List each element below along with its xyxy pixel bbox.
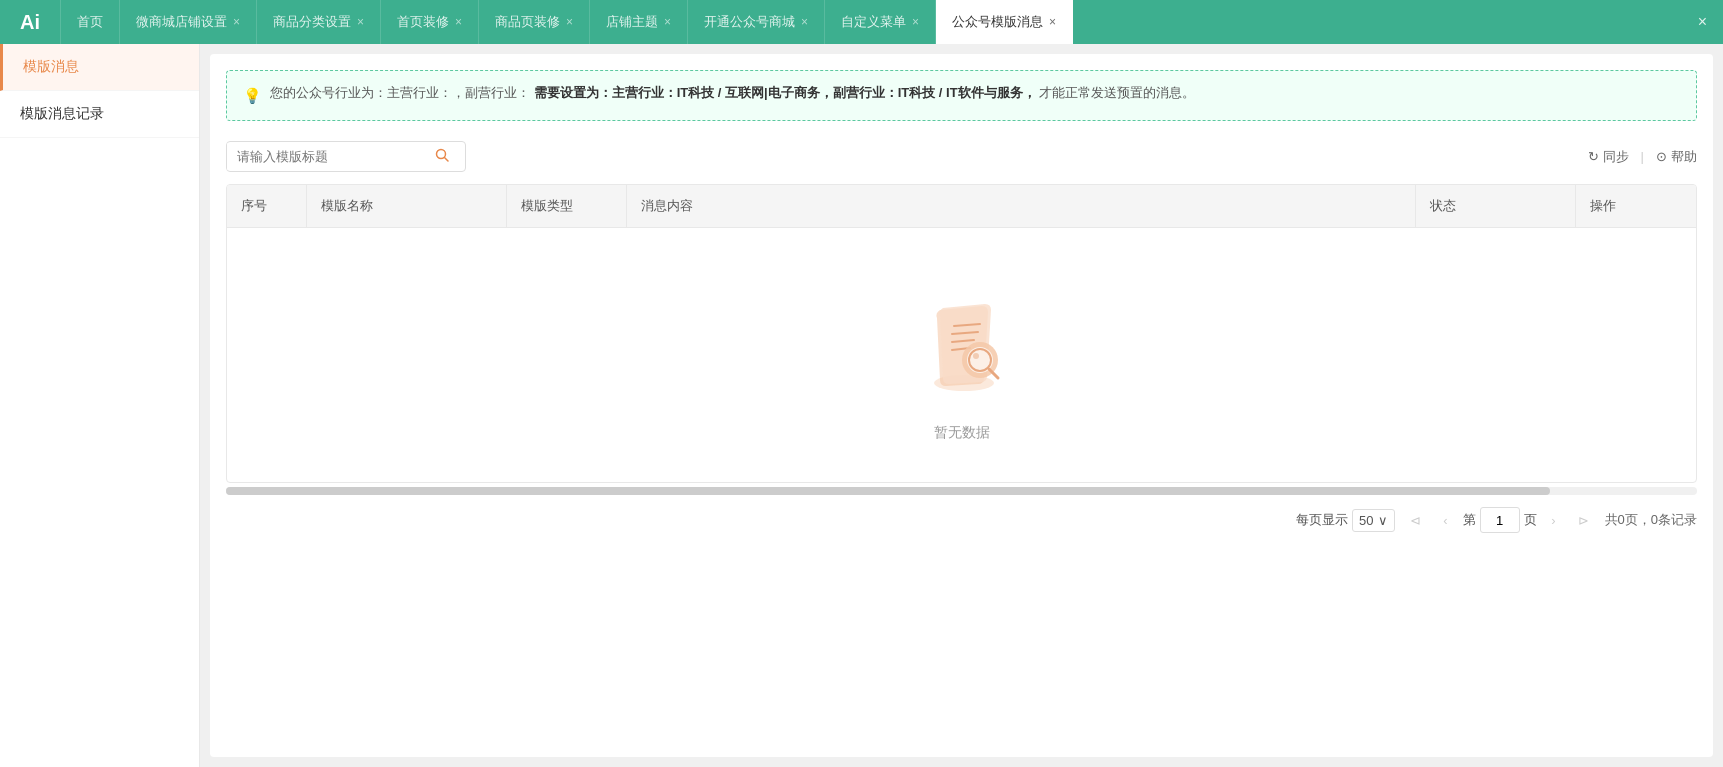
per-page-label: 每页显示 [1296,511,1348,529]
per-page-dropdown[interactable]: 50 ∨ [1352,509,1394,532]
help-icon: ⊙ [1656,149,1667,164]
page-nav: ⊲ ‹ 第 页 › ⊳ [1403,507,1597,533]
col-action: 操作 [1576,185,1696,227]
page-size-select: 每页显示 50 ∨ [1296,509,1394,532]
sync-icon: ↻ [1588,149,1599,164]
page-label: 第 [1463,511,1476,529]
tab-custom-menu[interactable]: 自定义菜单 × [825,0,936,44]
total-info: 共0页，0条记录 [1605,511,1697,529]
tab-bar: Ai 首页 微商城店铺设置 × 商品分类设置 × 首页装修 × 商品页装修 × … [0,0,1723,44]
table-header: 序号 模版名称 模版类型 消息内容 状态 操作 [227,185,1696,228]
search-input[interactable] [227,143,427,170]
close-all-button[interactable]: × [1682,13,1723,31]
page-unit: 页 [1524,511,1537,529]
help-button[interactable]: ⊙ 帮助 [1656,148,1697,166]
page-input[interactable] [1480,507,1520,533]
notice-icon: 💡 [243,84,262,108]
tab-open-mall[interactable]: 开通公众号商城 × [688,0,825,44]
toolbar-right: ↻ 同步 | ⊙ 帮助 [1588,148,1697,166]
chevron-down-icon: ∨ [1378,513,1388,528]
scroll-track[interactable] [226,487,1697,495]
tab-close-shop-settings[interactable]: × [233,15,240,29]
tab-template-msg[interactable]: 公众号模版消息 × [936,0,1073,44]
svg-line-1 [445,158,449,162]
toolbar-divider: | [1641,149,1644,164]
empty-text: 暂无数据 [934,424,990,442]
tab-close-product-decoration[interactable]: × [566,15,573,29]
notice-bar: 💡 您的公众号行业为：主营行业：，副营行业： 需要设置为：主营行业：IT科技 /… [226,70,1697,121]
tab-home[interactable]: 首页 [61,0,120,44]
notice-prefix: 您的公众号行业为：主营行业：，副营行业： [270,85,530,100]
search-icon [435,148,449,162]
tab-shop-settings[interactable]: 微商城店铺设置 × [120,0,257,44]
empty-illustration [902,288,1022,408]
prev-page-button[interactable]: ‹ [1433,507,1459,533]
next-page-button[interactable]: › [1541,507,1567,533]
notice-highlight: 需要设置为：主营行业：IT科技 / 互联网|电子商务，副营行业：IT科技 / I… [534,85,1036,100]
sidebar-item-template-msg-record[interactable]: 模版消息记录 [0,91,199,138]
tab-close-shop-theme[interactable]: × [664,15,671,29]
search-button[interactable] [427,142,457,171]
table: 序号 模版名称 模版类型 消息内容 状态 操作 [226,184,1697,483]
content-area: 💡 您的公众号行业为：主营行业：，副营行业： 需要设置为：主营行业：IT科技 /… [210,54,1713,757]
tab-shop-theme[interactable]: 店铺主题 × [590,0,688,44]
col-status: 状态 [1416,185,1576,227]
tab-home-decoration[interactable]: 首页装修 × [381,0,479,44]
tab-close-category-settings[interactable]: × [357,15,364,29]
app-logo: Ai [0,0,61,44]
per-page-value: 50 [1359,513,1373,528]
tab-close-open-mall[interactable]: × [801,15,808,29]
col-content: 消息内容 [627,185,1416,227]
tab-product-decoration[interactable]: 商品页装修 × [479,0,590,44]
pagination: 每页显示 50 ∨ ⊲ ‹ 第 页 › ⊳ 共0页，0条记录 [210,495,1713,545]
svg-point-11 [973,353,979,359]
main-layout: 模版消息 模版消息记录 💡 您的公众号行业为：主营行业：，副营行业： 需要设置为… [0,44,1723,767]
scroll-thumb[interactable] [226,487,1550,495]
search-box [226,141,466,172]
sync-button[interactable]: ↻ 同步 [1588,148,1629,166]
tab-close-home-decoration[interactable]: × [455,15,462,29]
col-index: 序号 [227,185,307,227]
col-name: 模版名称 [307,185,507,227]
notice-suffix: 才能正常发送预置的消息。 [1039,85,1195,100]
empty-state: 暂无数据 [227,228,1696,482]
toolbar: ↻ 同步 | ⊙ 帮助 [210,129,1713,184]
tab-close-template-msg[interactable]: × [1049,15,1056,29]
col-type: 模版类型 [507,185,627,227]
first-page-button[interactable]: ⊲ [1403,507,1429,533]
sidebar-item-template-msg[interactable]: 模版消息 [0,44,199,91]
last-page-button[interactable]: ⊳ [1571,507,1597,533]
tab-category-settings[interactable]: 商品分类设置 × [257,0,381,44]
tab-close-custom-menu[interactable]: × [912,15,919,29]
sidebar: 模版消息 模版消息记录 [0,44,200,767]
